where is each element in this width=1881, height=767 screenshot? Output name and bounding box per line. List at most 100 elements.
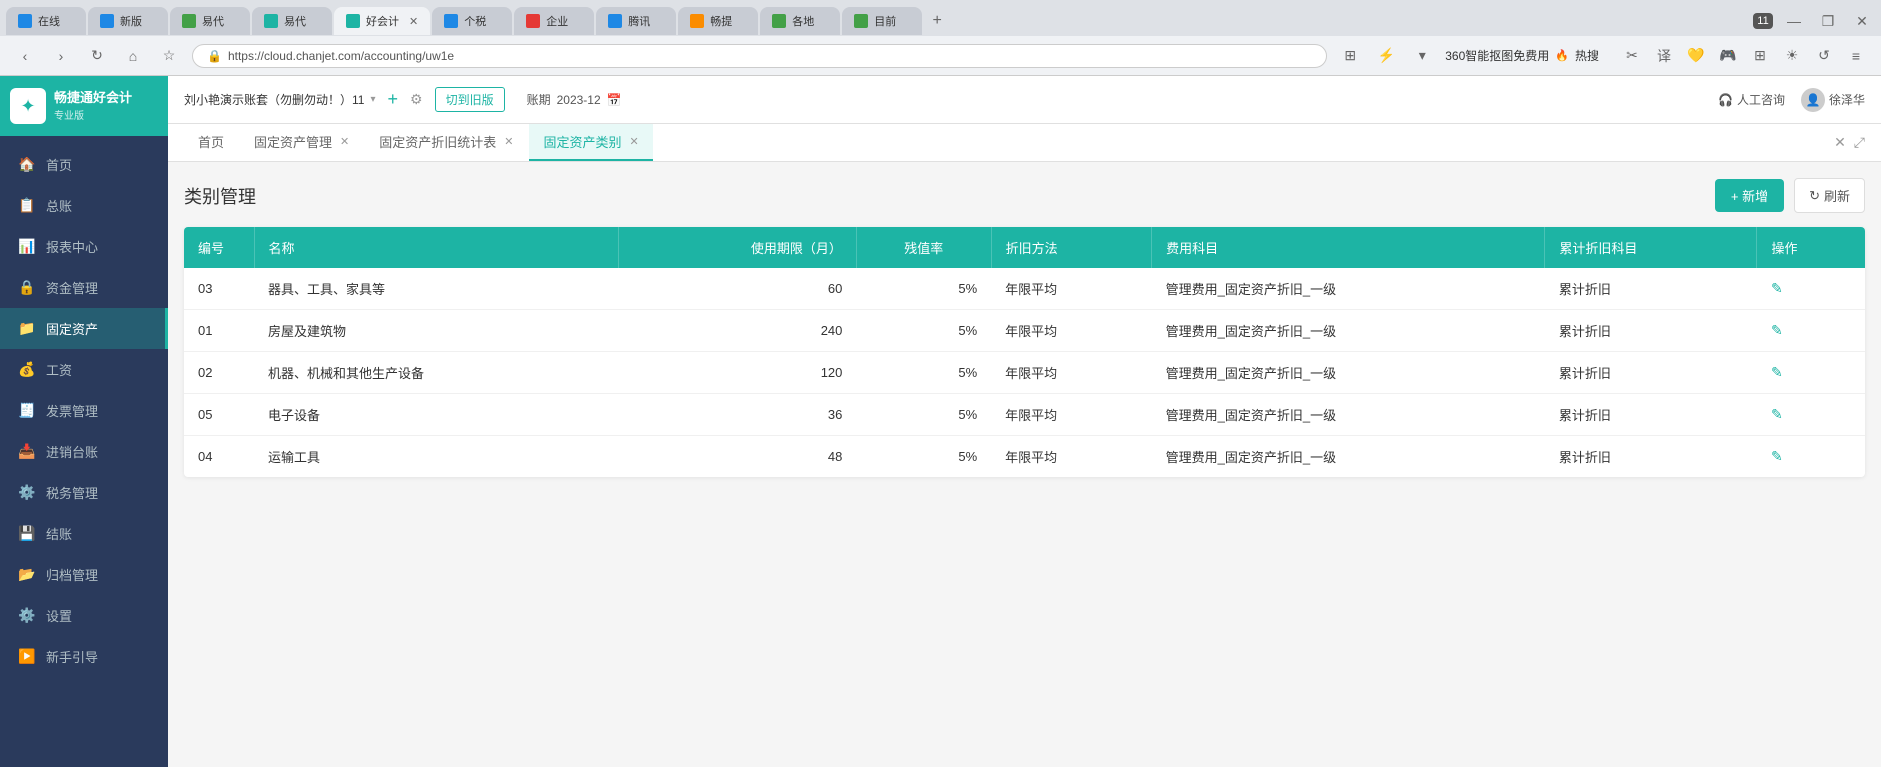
cell-code-4[interactable]: 04	[184, 436, 254, 478]
hot-label: 热搜	[1575, 47, 1599, 64]
browser-tab-8[interactable]: 畅提	[678, 7, 758, 35]
browser-menu-button[interactable]: ≡	[1843, 43, 1869, 69]
refresh-icon: ↻	[1809, 188, 1820, 204]
browser-tab-9[interactable]: 各地	[760, 7, 840, 35]
cell-code-2[interactable]: 02	[184, 352, 254, 394]
translate-button[interactable]: 译	[1651, 43, 1677, 69]
sidebar-item-进销台账[interactable]: 📥 进销台账	[0, 431, 168, 472]
theme-button[interactable]: ☀	[1779, 43, 1805, 69]
new-tab-button[interactable]: +	[924, 8, 950, 34]
browser-tab-1[interactable]: 新版	[88, 7, 168, 35]
content-tab-2[interactable]: 固定资产折旧统计表 ✕	[365, 124, 527, 161]
cell-actions-2[interactable]: ✎	[1757, 352, 1865, 394]
browser-tab-3[interactable]: 易代	[252, 7, 332, 35]
grid-button[interactable]: ⊞	[1747, 43, 1773, 69]
refresh-button[interactable]: ↻ 刷新	[1794, 178, 1865, 213]
calendar-icon[interactable]: 📅	[607, 93, 622, 107]
sidebar-item-结账[interactable]: 💾 结账	[0, 513, 168, 554]
edit-button-4[interactable]: ✎	[1771, 448, 1783, 464]
boost-button[interactable]: ⚡	[1373, 43, 1399, 69]
cell-actions-3[interactable]: ✎	[1757, 394, 1865, 436]
switch-to-old-button[interactable]: 切到旧版	[435, 87, 505, 112]
avatar-icon: 👤	[1801, 88, 1825, 112]
sidebar-item-发票管理[interactable]: 🧾 发票管理	[0, 390, 168, 431]
browser-close-button[interactable]: ✕	[1849, 8, 1875, 34]
sidebar-logo: ✦ 畅捷通好会计 专业版	[0, 76, 168, 136]
sidebar-item-新手引导[interactable]: ▶️ 新手引导	[0, 636, 168, 677]
tab-count-badge[interactable]: 11	[1753, 13, 1773, 29]
browser-bookmark-button[interactable]: ☆	[156, 43, 182, 69]
sidebar-item-总账[interactable]: 📋 总账	[0, 185, 168, 226]
url-input[interactable]: 🔒 https://cloud.chanjet.com/accounting/u…	[192, 44, 1327, 68]
nav-icon-11: ⚙️	[18, 607, 36, 625]
consultant-button[interactable]: 🎧 人工咨询	[1718, 91, 1785, 108]
sidebar-item-归档管理[interactable]: 📂 归档管理	[0, 554, 168, 595]
sidebar-item-首页[interactable]: 🏠 首页	[0, 144, 168, 185]
cell-actions-1[interactable]: ✎	[1757, 310, 1865, 352]
table-row-1: 01房屋及建筑物2405%年限平均管理费用_固定资产折旧_一级累计折旧✎	[184, 310, 1865, 352]
table-header-2: 使用期限（月）	[619, 227, 857, 268]
user-info[interactable]: 刘小艳演示账套（勿删勿动！）11 ▾	[184, 91, 376, 108]
content-tab-close-2[interactable]: ✕	[504, 135, 513, 148]
cell-name-3: 电子设备	[254, 394, 619, 436]
browser-back-button[interactable]: ‹	[12, 43, 38, 69]
app-header: 刘小艳演示账套（勿删勿动！）11 ▾ + ⚙ 切到旧版 账期 2023-12 📅…	[168, 76, 1881, 124]
nav-label-1: 总账	[46, 196, 72, 215]
content-tab-0[interactable]: 首页	[184, 124, 238, 161]
cell-code-1[interactable]: 01	[184, 310, 254, 352]
nav-label-2: 报表中心	[46, 237, 98, 256]
browser-home-button[interactable]: ⌂	[120, 43, 146, 69]
browser-restore-button[interactable]: ❐	[1815, 8, 1841, 34]
cell-code-0[interactable]: 03	[184, 268, 254, 310]
browser-forward-button[interactable]: ›	[48, 43, 74, 69]
browser-tab-10[interactable]: 目前	[842, 7, 922, 35]
browser-tab-4[interactable]: 好会计 ✕	[334, 7, 430, 35]
table-header-0: 编号	[184, 227, 254, 268]
browser-tab-2[interactable]: 易代	[170, 7, 250, 35]
logo-icon: ✦	[10, 88, 46, 124]
add-button[interactable]: + 新增	[1715, 179, 1784, 212]
cell-actions-4[interactable]: ✎	[1757, 436, 1865, 478]
sidebar-item-报表中心[interactable]: 📊 报表中心	[0, 226, 168, 267]
edit-button-1[interactable]: ✎	[1771, 322, 1783, 338]
nav-icon-4: 📁	[18, 320, 36, 338]
browser-tab-0[interactable]: 在线	[6, 7, 86, 35]
sidebar-item-税务管理[interactable]: ⚙️ 税务管理	[0, 472, 168, 513]
content-tab-1[interactable]: 固定资产管理 ✕	[240, 124, 363, 161]
address-dropdown-button[interactable]: ▾	[1409, 43, 1435, 69]
tab-close-4[interactable]: ✕	[409, 15, 418, 28]
cell-code-3[interactable]: 05	[184, 394, 254, 436]
user-avatar[interactable]: 👤 徐泽华	[1801, 88, 1865, 112]
cell-rate-3: 5%	[856, 394, 991, 436]
browser-tab-6[interactable]: 企业	[514, 7, 594, 35]
tab-expand-button[interactable]: ⤢	[1854, 134, 1865, 151]
history-button[interactable]: ↺	[1811, 43, 1837, 69]
games-button[interactable]: 🎮	[1715, 43, 1741, 69]
add-account-button[interactable]: +	[388, 89, 399, 110]
browser-search-bar[interactable]: 360智能抠图免费用 🔥 热搜	[1445, 47, 1599, 64]
sidebar-item-固定资产[interactable]: 📁 固定资产	[0, 308, 168, 349]
sidebar-item-工资[interactable]: 💰 工资	[0, 349, 168, 390]
content-tab-close-1[interactable]: ✕	[340, 135, 349, 148]
browser-tab-7[interactable]: 腾讯	[596, 7, 676, 35]
cut-button[interactable]: ✂	[1619, 43, 1645, 69]
cell-expense-3: 管理费用_固定资产折旧_一级	[1152, 394, 1545, 436]
cell-actions-0[interactable]: ✎	[1757, 268, 1865, 310]
edit-button-0[interactable]: ✎	[1771, 280, 1783, 296]
browser-tab-5[interactable]: 个税	[432, 7, 512, 35]
site-info-button[interactable]: ⊞	[1337, 43, 1363, 69]
sidebar-item-资金管理[interactable]: 🔒 资金管理	[0, 267, 168, 308]
edit-button-3[interactable]: ✎	[1771, 406, 1783, 422]
settings-button[interactable]: ⚙	[410, 91, 423, 108]
cell-name-1: 房屋及建筑物	[254, 310, 619, 352]
sidebar-item-设置[interactable]: ⚙️ 设置	[0, 595, 168, 636]
edit-button-2[interactable]: ✎	[1771, 364, 1783, 380]
wallet-button[interactable]: 💛	[1683, 43, 1709, 69]
browser-refresh-button[interactable]: ↻	[84, 43, 110, 69]
content-tab-close-3[interactable]: ✕	[630, 135, 639, 148]
nav-label-3: 资金管理	[46, 278, 98, 297]
browser-minimize-button[interactable]: —	[1781, 8, 1807, 34]
content-tab-3[interactable]: 固定资产类别 ✕	[529, 124, 652, 161]
cell-accum-4: 累计折旧	[1545, 436, 1757, 478]
tab-minimize-button[interactable]: ✕	[1834, 134, 1846, 151]
